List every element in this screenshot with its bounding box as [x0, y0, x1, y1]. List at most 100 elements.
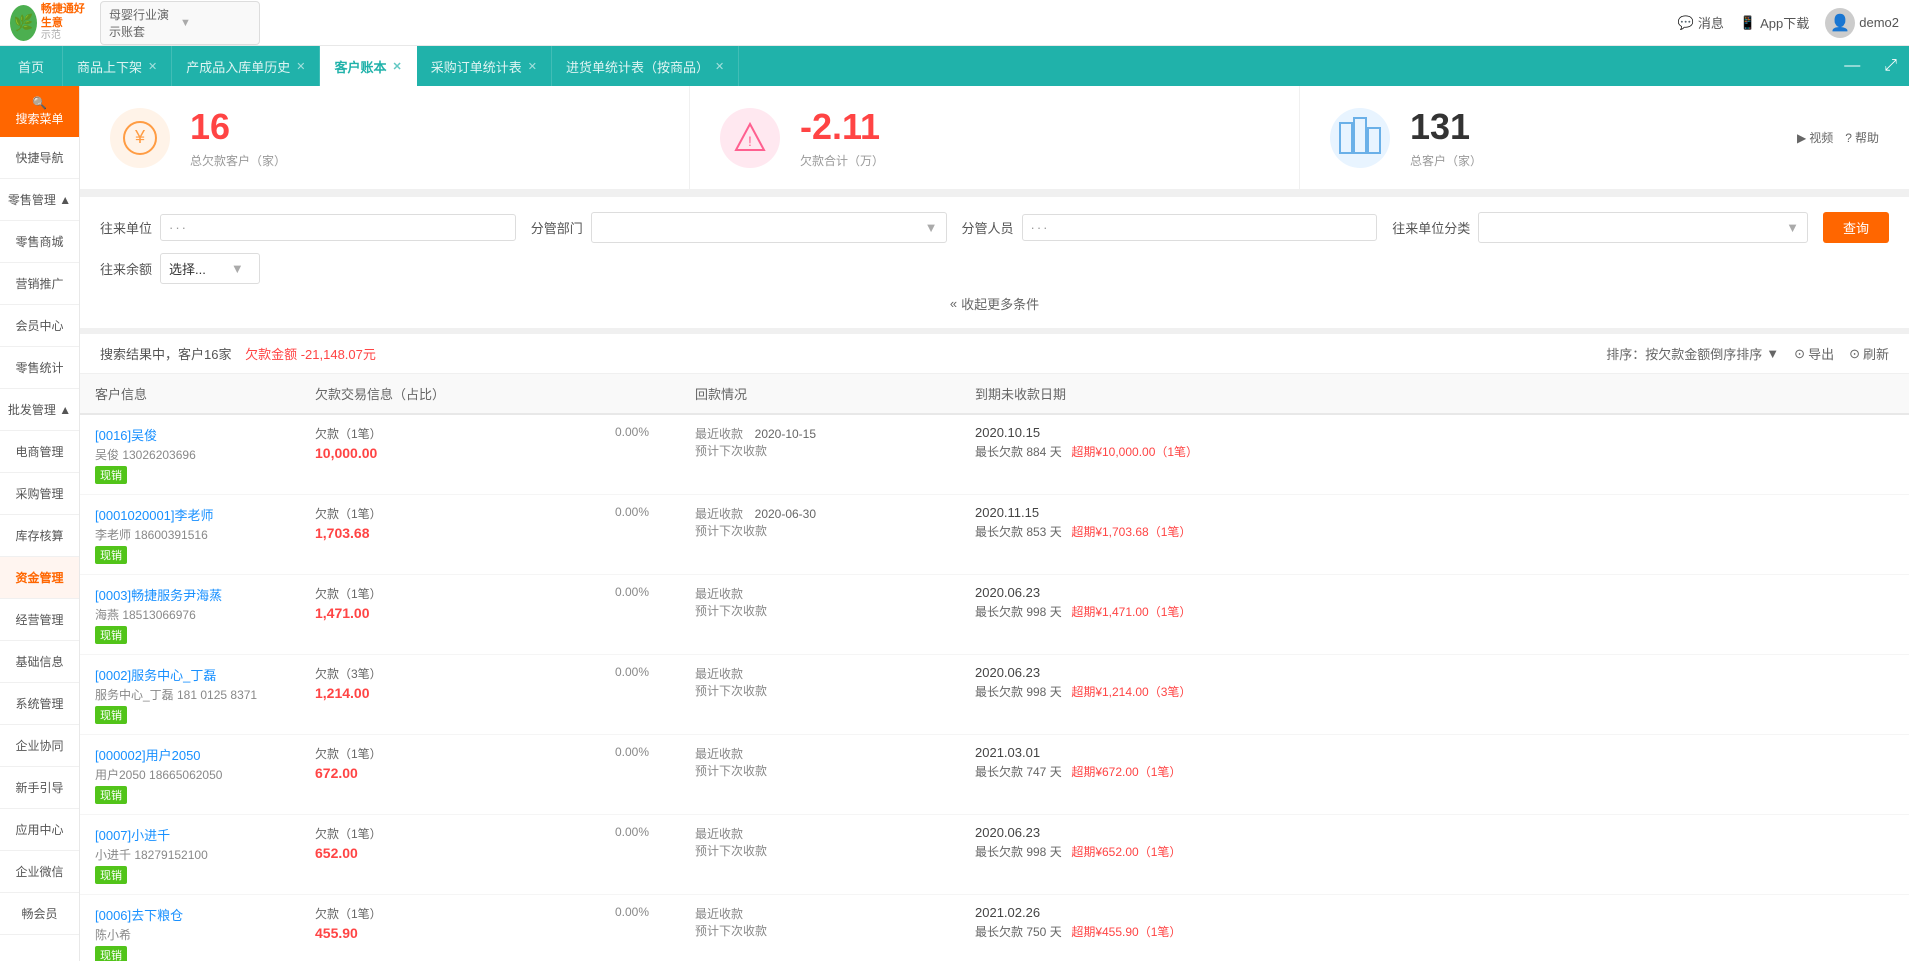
query-button[interactable]: 查询	[1823, 212, 1889, 243]
chevron-down-icon: ▼	[231, 261, 244, 276]
person-input[interactable]: ···	[1022, 214, 1378, 241]
sidebar-item-inventory[interactable]: 库存核算	[0, 515, 79, 557]
debt-info-cell: 欠款（3笔） 1,214.00	[300, 655, 600, 735]
sidebar-item-retail-mgmt[interactable]: 零售管理 ▲	[0, 179, 79, 221]
sort-label: 排序：按欠款金额倒序排序	[1606, 344, 1762, 363]
customer-name-link[interactable]: [000002]用户2050	[95, 745, 285, 764]
sidebar-item-system[interactable]: 系统管理	[0, 683, 79, 725]
sidebar: 🔍 搜索菜单 快捷导航 零售管理 ▲ 零售商城 营销推广 会员中心 零售统计 批…	[0, 86, 80, 961]
close-tab-icon[interactable]: ✕	[296, 60, 305, 73]
export-button[interactable]: ⊙ 导出	[1794, 344, 1834, 363]
filter-group-remainder: 往来余额 选择... ▼	[100, 253, 400, 284]
next-collection: 预计下次收款	[695, 682, 945, 699]
tab-stock-stats[interactable]: 进货单统计表（按商品） ✕	[552, 46, 739, 86]
customer-name-link[interactable]: [0002]服务中心_丁磊	[95, 665, 285, 684]
customer-phone: 用户2050 18665062050	[95, 766, 285, 783]
message-btn[interactable]: 💬 消息	[1678, 13, 1724, 32]
close-tab-icon[interactable]: ✕	[393, 60, 402, 73]
customer-name-link[interactable]: [0016]吴俊	[95, 425, 285, 444]
app-download-btn[interactable]: 📱 App下载	[1740, 13, 1809, 32]
collapse-button[interactable]: « 收起更多条件	[100, 294, 1889, 313]
recent-collection: 最近收款	[695, 745, 945, 762]
sidebar-item-retail-mall[interactable]: 零售商城	[0, 221, 79, 263]
overdue-amount-link[interactable]: 超期¥455.90（1笔）	[1071, 925, 1181, 939]
close-tab-icon[interactable]: ✕	[148, 60, 157, 73]
overdue-amount-link[interactable]: 超期¥10,000.00（1笔）	[1071, 445, 1198, 459]
remainder-select[interactable]: 选择... ▼	[160, 253, 260, 284]
sidebar-item-smooth-member[interactable]: 畅会员	[0, 893, 79, 935]
sidebar-search[interactable]: 🔍 搜索菜单	[0, 86, 79, 137]
overdue-amount-link[interactable]: 超期¥1,703.68（1笔）	[1071, 525, 1191, 539]
overdue-amount-link[interactable]: 超期¥672.00（1笔）	[1071, 765, 1181, 779]
sidebar-item-enterprise-wechat[interactable]: 企业微信	[0, 851, 79, 893]
data-table: 客户信息 欠款交易信息（占比） 回款情况 到期未收款日期 [0016]吴俊 吴俊…	[80, 374, 1909, 961]
operations-label: 经营管理	[5, 611, 74, 628]
tab-purchase-order[interactable]: 采购订单统计表 ✕	[417, 46, 552, 86]
customer-name-link[interactable]: [0006]去下粮仓	[95, 905, 285, 924]
collection-cell: 最近收款 2020-10-15 预计下次收款	[680, 414, 960, 495]
message-label: 消息	[1698, 13, 1724, 32]
sidebar-item-purchase[interactable]: 采购管理	[0, 473, 79, 515]
table-header-row: 客户信息 欠款交易信息（占比） 回款情况 到期未收款日期	[80, 374, 1909, 414]
tab-product-history[interactable]: 产成品入库单历史 ✕	[172, 46, 320, 86]
customer-name-link[interactable]: [0007]小进千	[95, 825, 285, 844]
sidebar-item-enterprise-collab[interactable]: 企业协同	[0, 725, 79, 767]
sidebar-item-batch-mgmt[interactable]: 批发管理 ▲	[0, 389, 79, 431]
company-selector[interactable]: 母婴行业演示账套 ▼	[100, 1, 260, 45]
batch-mgmt-label: 批发管理 ▲	[5, 401, 74, 418]
sidebar-item-marketing[interactable]: 营销推广	[0, 263, 79, 305]
sidebar-item-retail-stats[interactable]: 零售统计	[0, 347, 79, 389]
minimize-window-btn[interactable]: —	[1832, 46, 1872, 86]
tab-end-buttons: — ⤢	[1832, 46, 1909, 86]
next-collection: 预计下次收款	[695, 922, 945, 939]
debt-percent: 0.00%	[615, 745, 665, 759]
sidebar-item-member[interactable]: 会员中心	[0, 305, 79, 347]
logo-area: 🌿 畅捷通好生意 示范	[10, 3, 90, 41]
next-collection: 预计下次收款	[695, 442, 945, 459]
filter-group-dept: 分管部门 ▼	[531, 212, 947, 243]
quick-nav-label: 快捷导航	[15, 151, 63, 165]
tab-customer-account[interactable]: 客户账本 ✕	[320, 46, 416, 86]
sort-select[interactable]: 排序：按欠款金额倒序排序 ▼	[1606, 344, 1779, 363]
sidebar-item-ecommerce[interactable]: 电商管理	[0, 431, 79, 473]
table-row: [0002]服务中心_丁磊 服务中心_丁磊 181 0125 8371 现销 欠…	[80, 655, 1909, 735]
sidebar-item-basic-info[interactable]: 基础信息	[0, 641, 79, 683]
filter-row-2: 往来余额 选择... ▼	[100, 253, 1889, 284]
tab-home[interactable]: 首页	[0, 46, 63, 86]
overdue-amount-link[interactable]: 超期¥1,471.00（1笔）	[1071, 605, 1191, 619]
debt-percent-cell: 0.00%	[600, 414, 680, 495]
sidebar-item-new-guide[interactable]: 新手引导	[0, 767, 79, 809]
debt-count: 欠款（1笔）	[315, 745, 585, 762]
collection-cell: 最近收款 预计下次收款	[680, 815, 960, 895]
dept-select[interactable]: ▼	[591, 212, 947, 243]
sidebar-item-capital[interactable]: 资金管理	[0, 557, 79, 599]
filter-row-1: 往来单位 ··· 分管部门 ▼ 分管人员 ···	[100, 212, 1889, 243]
basic-info-label: 基础信息	[5, 653, 74, 670]
stat-info-debt: 16 总欠款客户（家）	[190, 106, 286, 169]
sidebar-item-app-center[interactable]: 应用中心	[0, 809, 79, 851]
customer-tag: 现销	[95, 786, 127, 804]
overdue-amount-link[interactable]: 超期¥652.00（1笔）	[1071, 845, 1181, 859]
close-tab-icon[interactable]: ✕	[528, 60, 537, 73]
collection-cell: 最近收款 预计下次收款	[680, 895, 960, 961]
due-date-cell: 2021.02.26 最长欠款 750 天 超期¥455.90（1笔）	[960, 895, 1909, 961]
close-tab-icon[interactable]: ✕	[715, 60, 724, 73]
overdue-amount-link[interactable]: 超期¥1,214.00（3笔）	[1071, 685, 1191, 699]
sidebar-item-quick-nav[interactable]: 快捷导航	[0, 137, 79, 179]
debt-amount: 1,471.00	[315, 605, 585, 621]
customer-name-link[interactable]: [0001020001]李老师	[95, 505, 285, 524]
video-btn[interactable]: ▶ 视频	[1797, 129, 1833, 146]
user-menu[interactable]: 👤 demo2	[1825, 8, 1899, 38]
play-icon: ▶	[1797, 131, 1806, 145]
sidebar-item-operations[interactable]: 经营管理	[0, 599, 79, 641]
unit-class-select[interactable]: ▼	[1478, 212, 1808, 243]
debt-percent: 0.00%	[615, 585, 665, 599]
refresh-button[interactable]: ⊙ 刷新	[1849, 344, 1889, 363]
tab-product-shelf[interactable]: 商品上下架 ✕	[63, 46, 172, 86]
customer-name-link[interactable]: [0003]畅捷服务尹海蒸	[95, 585, 285, 604]
help-btn[interactable]: ? 帮助	[1845, 129, 1879, 146]
maximize-window-btn[interactable]: ⤢	[1872, 46, 1909, 86]
from-unit-input[interactable]: ···	[160, 214, 516, 241]
customer-phone: 吴俊 13026203696	[95, 446, 285, 463]
debt-info-cell: 欠款（1笔） 1,471.00	[300, 575, 600, 655]
